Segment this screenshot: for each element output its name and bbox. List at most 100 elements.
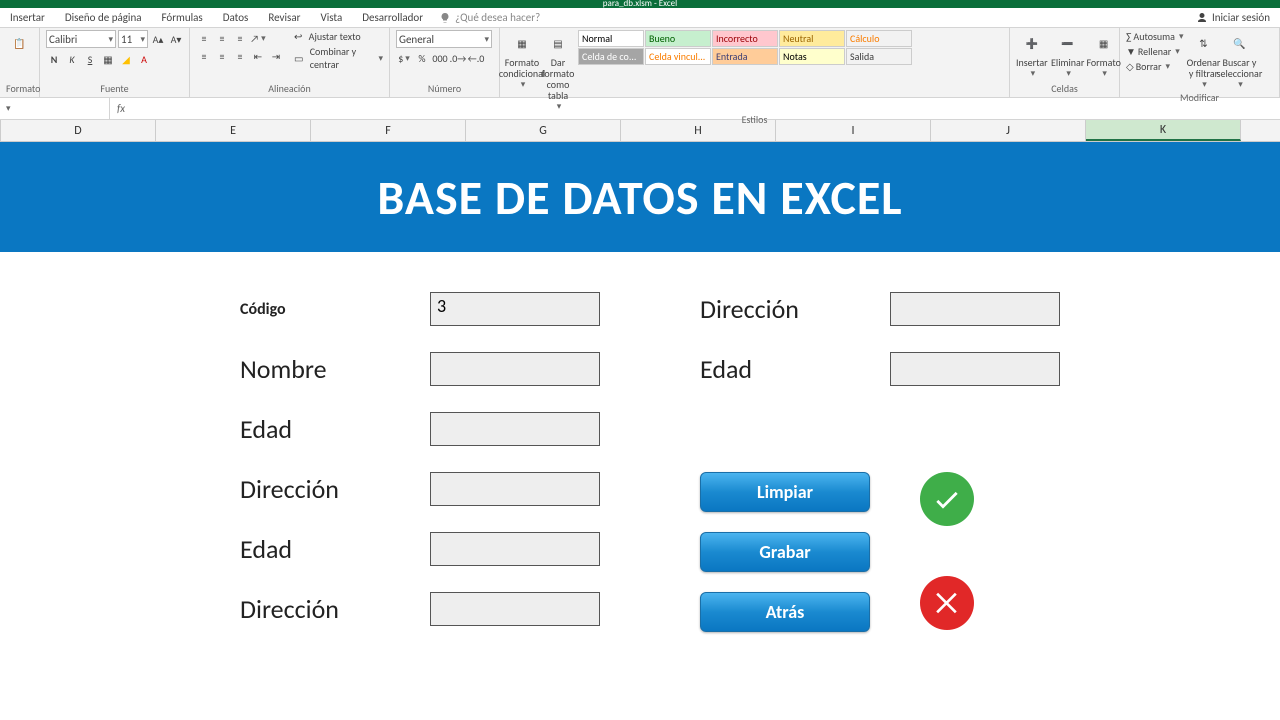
cell-style-normal[interactable]: Normal — [578, 30, 644, 47]
title-banner: BASE DE DATOS EN EXCEL — [0, 142, 1280, 252]
group-cells: ➕Insertar ➖Eliminar ▦Formato Celdas — [1010, 28, 1120, 97]
decrease-font-button[interactable]: A▾ — [168, 31, 184, 47]
cell-style-notas[interactable]: Notas — [779, 48, 845, 65]
conditional-format-button[interactable]: ▦Formato condicional — [506, 30, 538, 90]
input-edad-2[interactable] — [430, 412, 600, 446]
account-login[interactable]: Iniciar sesión — [1196, 11, 1280, 24]
grabar-button[interactable]: Grabar — [700, 532, 870, 572]
orientation-button[interactable]: ↗ — [250, 30, 266, 46]
input-edad-4[interactable] — [430, 532, 600, 566]
align-center-button[interactable]: ≡ — [214, 48, 230, 64]
worksheet-area[interactable]: BASE DE DATOS EN EXCEL Código3NombreEdad… — [0, 142, 1280, 720]
column-header-G[interactable]: G — [466, 120, 621, 141]
cell-style-c-lculo[interactable]: Cálculo — [846, 30, 912, 47]
find-select-button[interactable]: 🔍Buscar y seleccionar — [1223, 30, 1255, 90]
tab-insert[interactable]: Insertar — [0, 8, 55, 27]
fill-button[interactable]: ▼ Rellenar — [1126, 45, 1183, 58]
wrap-text-button[interactable]: ↩ Ajustar texto — [294, 30, 383, 43]
group-clipboard: 📋 Formato — [0, 28, 40, 97]
cell-style-incorrecto[interactable]: Incorrecto — [712, 30, 778, 47]
group-number: General $ % 000 .0→ ←.0 Número — [390, 28, 500, 97]
column-header-I[interactable]: I — [776, 120, 931, 141]
label-dirección: Dirección — [240, 473, 430, 505]
tab-formulas[interactable]: Fórmulas — [152, 8, 213, 27]
currency-button[interactable]: $ — [396, 50, 412, 66]
bold-button[interactable]: N — [46, 51, 62, 67]
tab-page-layout[interactable]: Diseño de página — [55, 8, 152, 27]
input-código-0[interactable]: 3 — [430, 292, 600, 326]
column-header-F[interactable]: F — [311, 120, 466, 141]
comma-button[interactable]: 000 — [432, 50, 448, 66]
format-as-table-button[interactable]: ▤Dar formato como tabla — [542, 30, 574, 112]
italic-button[interactable]: K — [64, 51, 80, 67]
label-edad: Edad — [240, 533, 430, 565]
lightbulb-icon — [439, 12, 451, 24]
x-icon — [920, 576, 974, 630]
cell-style-bueno[interactable]: Bueno — [645, 30, 711, 47]
align-bottom-button[interactable]: ≡ — [232, 30, 248, 46]
limpiar-button[interactable]: Limpiar — [700, 472, 870, 512]
input-right-edad-1[interactable] — [890, 352, 1060, 386]
window-title: para_db.xlsm - Excel — [603, 0, 677, 8]
group-alignment: ≡ ≡ ≡ ↗ ≡ ≡ ≡ ⇤ ⇥ ↩ Ajustar texto ▭ Comb… — [190, 28, 390, 97]
underline-button[interactable]: S — [82, 51, 98, 67]
align-middle-button[interactable]: ≡ — [214, 30, 230, 46]
increase-decimal-button[interactable]: .0→ — [450, 50, 466, 66]
tab-view[interactable]: Vista — [310, 8, 352, 27]
tell-me-search[interactable]: ¿Qué desea hacer? — [439, 11, 540, 24]
percent-button[interactable]: % — [414, 50, 430, 66]
delete-cells-button[interactable]: ➖Eliminar — [1052, 30, 1084, 79]
tab-developer[interactable]: Desarrollador — [352, 8, 433, 27]
align-left-button[interactable]: ≡ — [196, 48, 212, 64]
font-color-button[interactable]: A — [136, 51, 152, 67]
cell-styles-gallery[interactable]: NormalBuenoIncorrectoNeutralCálculo Celda… — [578, 30, 912, 65]
indent-decrease-button[interactable]: ⇤ — [250, 48, 266, 64]
input-right-dirección-0[interactable] — [890, 292, 1060, 326]
label-código: Código — [240, 300, 430, 319]
cell-style-salida[interactable]: Salida — [846, 48, 912, 65]
name-box[interactable] — [0, 98, 110, 119]
decrease-decimal-button[interactable]: ←.0 — [468, 50, 484, 66]
autosum-button[interactable]: ∑ Autosuma — [1126, 30, 1183, 43]
column-header-D[interactable]: D — [1, 120, 156, 141]
border-button[interactable]: ▦ — [100, 51, 116, 67]
cell-style-neutral[interactable]: Neutral — [779, 30, 845, 47]
ribbon: 📋 Formato Calibri 11 A▴ A▾ N K S ▦ ◢ A F… — [0, 28, 1280, 98]
align-top-button[interactable]: ≡ — [196, 30, 212, 46]
data-entry-form: Código3NombreEdadDirecciónEdadDirección … — [240, 292, 1220, 652]
font-size-combo[interactable]: 11 — [118, 30, 148, 48]
align-right-button[interactable]: ≡ — [232, 48, 248, 64]
format-painter-button[interactable]: 📋 — [6, 30, 33, 56]
cell-style-celda-vincul-[interactable]: Celda vincul... — [645, 48, 711, 65]
tab-data[interactable]: Datos — [213, 8, 259, 27]
indent-increase-button[interactable]: ⇥ — [268, 48, 284, 64]
group-editing: ∑ Autosuma ▼ Rellenar ◇ Borrar ⇅Ordenar … — [1120, 28, 1280, 97]
font-name-combo[interactable]: Calibri — [46, 30, 116, 48]
input-nombre-1[interactable] — [430, 352, 600, 386]
fill-color-button[interactable]: ◢ — [118, 51, 134, 67]
cell-style-celda-de-co-[interactable]: Celda de co... — [578, 48, 644, 65]
column-header-K[interactable]: K — [1086, 120, 1241, 141]
column-header-E[interactable]: E — [156, 120, 311, 141]
cell-style-entrada[interactable]: Entrada — [712, 48, 778, 65]
input-dirección-3[interactable] — [430, 472, 600, 506]
ribbon-tabs: Insertar Diseño de página Fórmulas Datos… — [0, 8, 1280, 28]
column-header-H[interactable]: H — [621, 120, 776, 141]
input-dirección-5[interactable] — [430, 592, 600, 626]
check-icon — [920, 472, 974, 526]
clear-button[interactable]: ◇ Borrar — [1126, 60, 1183, 73]
atrás-button[interactable]: Atrás — [700, 592, 870, 632]
insert-cells-button[interactable]: ➕Insertar — [1016, 30, 1048, 79]
tab-review[interactable]: Revisar — [258, 8, 310, 27]
column-header-L[interactable]: L — [1241, 120, 1280, 141]
increase-font-button[interactable]: A▴ — [150, 31, 166, 47]
banner-title: BASE DE DATOS EN EXCEL — [377, 168, 902, 227]
column-header-J[interactable]: J — [931, 120, 1086, 141]
format-cells-button[interactable]: ▦Formato — [1088, 30, 1120, 79]
fx-icon[interactable]: fx — [110, 102, 132, 115]
group-font: Calibri 11 A▴ A▾ N K S ▦ ◢ A Fuente — [40, 28, 190, 97]
number-format-combo[interactable]: General — [396, 30, 492, 48]
sort-filter-button[interactable]: ⇅Ordenar y filtrar — [1187, 30, 1219, 90]
merge-center-button[interactable]: ▭ Combinar y centrar — [294, 45, 383, 71]
group-styles: ▦Formato condicional ▤Dar formato como t… — [500, 28, 1010, 97]
